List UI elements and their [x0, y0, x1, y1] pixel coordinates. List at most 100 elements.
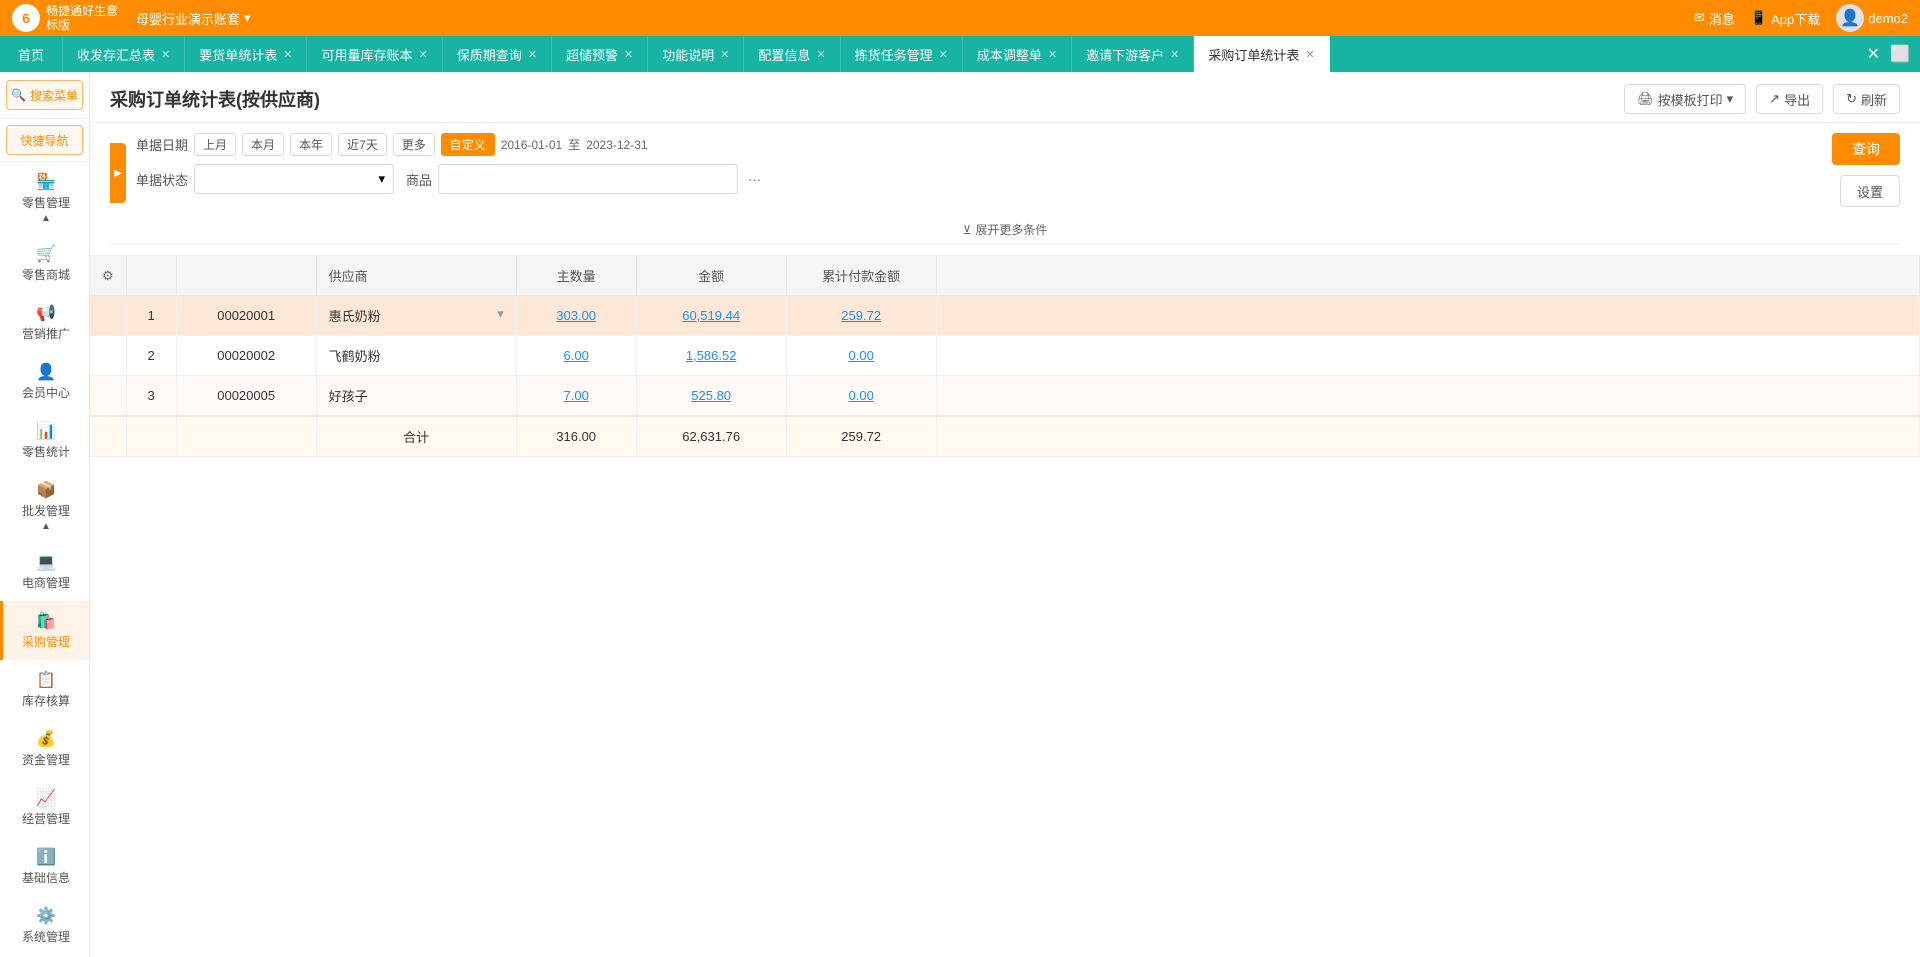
paid-link-1[interactable]: 259.72 — [841, 308, 881, 323]
goods-input[interactable] — [438, 164, 738, 194]
tab-cost-adjust[interactable]: 成本调整单 ✕ — [963, 36, 1072, 72]
td-settings-2 — [90, 336, 126, 376]
table-body: 1 00020001 惠氏奶粉 ▾ 303.00 60,519.44 — [90, 296, 1920, 417]
close-icon[interactable]: ✕ — [939, 48, 948, 61]
tab-invite-downstream[interactable]: 邀请下游客户 ✕ — [1072, 36, 1194, 72]
amount-link-2[interactable]: 1,586.52 — [686, 348, 737, 363]
sidebar-item-finance[interactable]: 💰 资金管理 — [0, 719, 89, 778]
tab-expiry-query[interactable]: 保质期查询 ✕ — [443, 36, 552, 72]
sidebar-item-retail-shop[interactable]: 🛒 零售商城 — [0, 234, 89, 293]
table-row[interactable]: 2 00020002 飞鹤奶粉 6.00 1,586.52 0.00 — [90, 336, 1920, 376]
search-menu-btn[interactable]: 🔍 搜索菜单 — [6, 80, 83, 110]
sidebar-item-wholesale[interactable]: 📦 批发管理 ▲ — [0, 470, 89, 542]
status-select[interactable]: ▾ — [194, 164, 394, 194]
date-7days-btn[interactable]: 近7天 — [338, 133, 387, 156]
date-last-month-btn[interactable]: 上月 — [194, 133, 236, 156]
close-all-tabs-btn[interactable]: ✕ — [1867, 44, 1880, 64]
close-icon[interactable]: ✕ — [283, 48, 292, 61]
expand-more-btn[interactable]: ⊻ 展开更多条件 — [963, 221, 1048, 238]
maximize-btn[interactable]: ⬜ — [1890, 44, 1910, 64]
date-custom-btn[interactable]: 自定义 — [441, 133, 495, 156]
retail-stats-icon: 📊 — [36, 421, 56, 441]
paid-link-3[interactable]: 0.00 — [849, 388, 874, 403]
footer-code — [176, 416, 316, 457]
brand-name: 畅捷通好生意 标版 — [46, 4, 118, 33]
export-btn[interactable]: ↗ 导出 — [1756, 84, 1823, 114]
th-paid-amount: 累计付款金额 — [786, 256, 936, 296]
sidebar-item-basic-info[interactable]: ℹ️ 基础信息 — [0, 837, 89, 896]
quantity-link-1[interactable]: 303.00 — [556, 308, 596, 323]
date-range-end: 2023-12-31 — [586, 138, 647, 152]
sidebar-item-retail-stats[interactable]: 📊 零售统计 — [0, 411, 89, 470]
logo-icon: 6 — [12, 4, 40, 32]
sidebar-item-purchase[interactable]: 🛍️ 采购管理 — [0, 601, 89, 660]
collapse-sidebar-btn[interactable]: ▶ — [110, 143, 126, 203]
close-icon[interactable]: ✕ — [624, 48, 633, 61]
date-more-btn[interactable]: 更多 — [393, 133, 435, 156]
amount-link-1[interactable]: 60,519.44 — [682, 308, 740, 323]
close-icon[interactable]: ✕ — [1305, 48, 1314, 61]
td-paid-1: 259.72 — [786, 296, 936, 336]
table-footer: 合计 316.00 62,631.76 259.72 — [90, 416, 1920, 457]
close-icon[interactable]: ✕ — [161, 48, 170, 61]
td-amount-3: 525.80 — [636, 376, 786, 417]
print-btn[interactable]: 🖨 按模板打印 ▾ — [1624, 84, 1746, 114]
operations-icon: 📈 — [36, 788, 56, 808]
tab-available-stock[interactable]: 可用量库存账本 ✕ — [307, 36, 442, 72]
refresh-btn[interactable]: ↻ 刷新 — [1833, 84, 1900, 114]
close-icon[interactable]: ✕ — [419, 48, 428, 61]
close-icon[interactable]: ✕ — [1048, 48, 1057, 61]
print-dropdown-icon: ▾ — [1727, 91, 1734, 107]
footer-amount: 62,631.76 — [636, 416, 786, 457]
sidebar-item-system[interactable]: ⚙️ 系统管理 — [0, 896, 89, 955]
close-icon[interactable]: ✕ — [528, 48, 537, 61]
app-download-btn[interactable]: 📱 App下载 — [1751, 9, 1820, 28]
date-this-year-btn[interactable]: 本年 — [290, 133, 332, 156]
td-quantity-1: 303.00 — [516, 296, 636, 336]
sidebar-item-ecommerce[interactable]: 💻 电商管理 — [0, 542, 89, 601]
quantity-link-3[interactable]: 7.00 — [564, 388, 589, 403]
tab-config[interactable]: 配置信息 ✕ — [744, 36, 840, 72]
amount-link-3[interactable]: 525.80 — [691, 388, 731, 403]
quantity-link-2[interactable]: 6.00 — [564, 348, 589, 363]
close-icon[interactable]: ✕ — [816, 48, 825, 61]
td-settings-1 — [90, 296, 126, 336]
sidebar-item-operations[interactable]: 📈 经营管理 — [0, 778, 89, 837]
sidebar-item-retail-mgmt[interactable]: 🏪 零售管理 ▲ — [0, 162, 89, 234]
td-code-1: 00020001 — [176, 296, 316, 336]
close-icon[interactable]: ✕ — [1170, 48, 1179, 61]
tab-overstock-warning[interactable]: 超储预警 ✕ — [552, 36, 648, 72]
table-row[interactable]: 1 00020001 惠氏奶粉 ▾ 303.00 60,519.44 — [90, 296, 1920, 336]
td-code-3: 00020005 — [176, 376, 316, 417]
status-filter-group: 单据状态 ▾ — [136, 164, 394, 194]
sidebar-item-member-center[interactable]: 👤 会员中心 — [0, 352, 89, 411]
sidebar-item-inventory[interactable]: 📋 库存核算 — [0, 660, 89, 719]
tab-receive-summary[interactable]: 收发存汇总表 ✕ — [63, 36, 185, 72]
workspace-selector[interactable]: 母婴行业演示账套 ▾ — [136, 9, 251, 28]
tab-function-desc[interactable]: 功能说明 ✕ — [648, 36, 744, 72]
tab-home[interactable]: 首页 — [0, 36, 63, 72]
footer-extra — [936, 416, 1919, 457]
paid-link-2[interactable]: 0.00 — [849, 348, 874, 363]
tab-purchase-summary[interactable]: 采购订单统计表 ✕ — [1194, 36, 1329, 72]
tab-order-summary[interactable]: 要货单统计表 ✕ — [185, 36, 307, 72]
sidebar-item-marketing[interactable]: 📢 营销推广 — [0, 293, 89, 352]
system-icon: ⚙️ — [36, 906, 56, 926]
retail-shop-icon: 🛒 — [36, 244, 56, 264]
table-row[interactable]: 3 00020005 好孩子 7.00 525.80 0.00 — [90, 376, 1920, 417]
finance-icon: 💰 — [36, 729, 56, 749]
expand-row-icon[interactable]: ▾ — [497, 306, 504, 322]
date-label: 单据日期 — [136, 135, 188, 154]
message-btn[interactable]: ✉ 消息 — [1694, 9, 1735, 28]
th-settings[interactable]: ⚙ — [90, 256, 126, 296]
column-settings-icon[interactable]: ⚙ — [102, 268, 114, 283]
filter-settings-btn[interactable]: 设置 — [1840, 175, 1900, 207]
close-icon[interactable]: ✕ — [720, 48, 729, 61]
goods-more-btn[interactable]: ··· — [744, 172, 765, 187]
quick-nav-btn[interactable]: 快捷导航 — [6, 125, 83, 155]
search-icon: 🔍 — [11, 88, 26, 102]
tab-pick-task[interactable]: 拣货任务管理 ✕ — [841, 36, 963, 72]
user-avatar[interactable]: 👤 demo2 — [1836, 4, 1908, 32]
date-this-month-btn[interactable]: 本月 — [242, 133, 284, 156]
query-btn[interactable]: 查询 — [1832, 133, 1900, 165]
